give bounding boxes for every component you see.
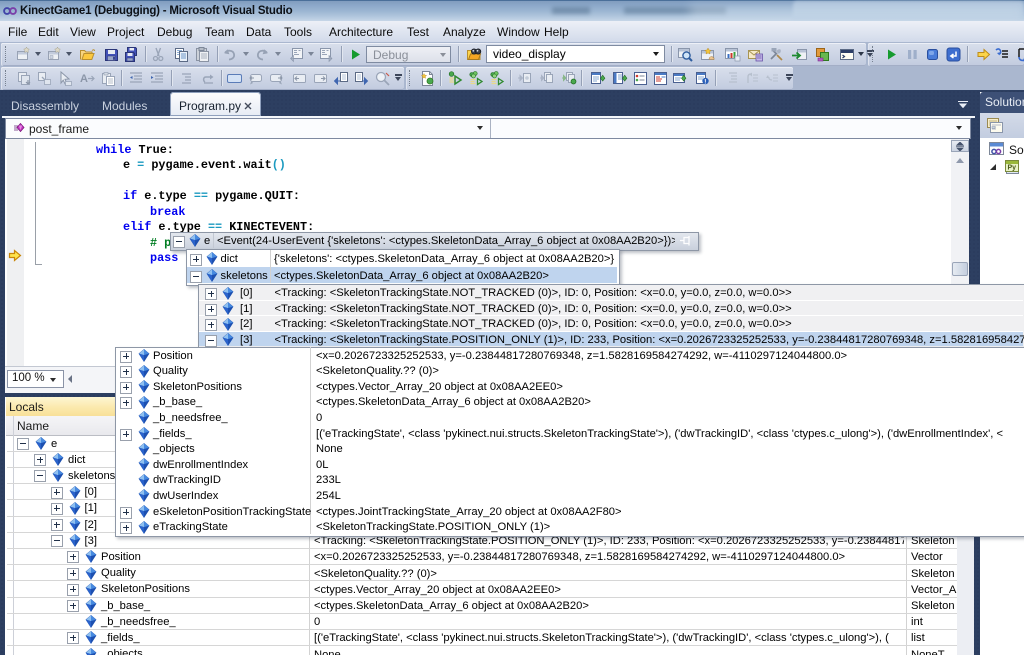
svg-text:A: A	[80, 73, 88, 85]
svg-text:!: !	[704, 79, 706, 86]
svg-text:Py: Py	[1008, 165, 1017, 172]
